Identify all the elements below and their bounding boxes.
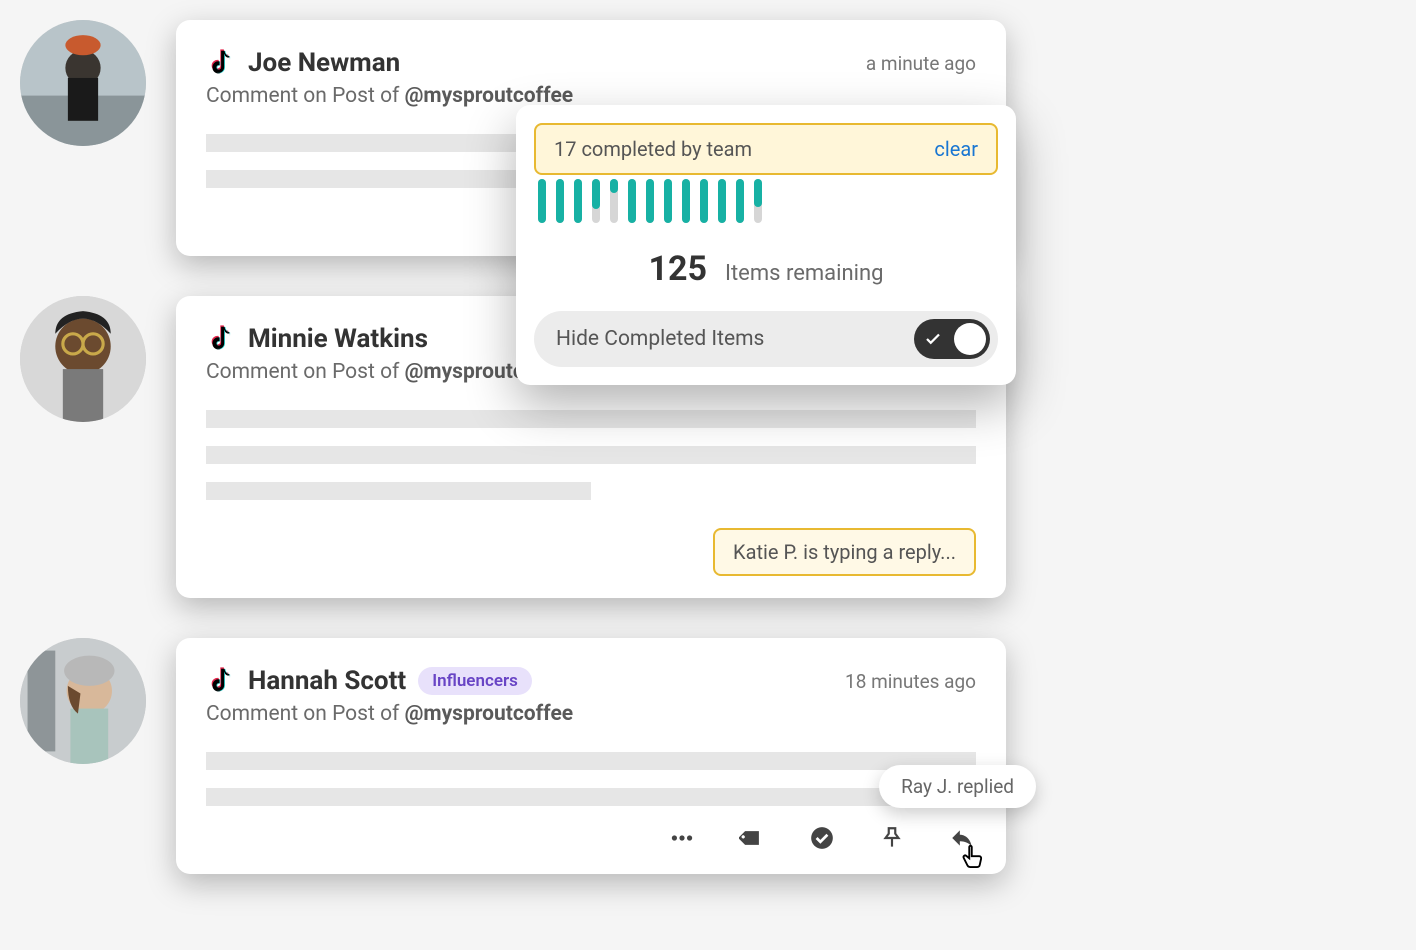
progress-bar <box>574 179 582 223</box>
timestamp: a minute ago <box>866 52 976 75</box>
card-subheader: Comment on Post of @mysproutcoffee <box>206 702 976 726</box>
cursor-icon <box>958 842 988 872</box>
tag-icon[interactable] <box>738 824 766 852</box>
subheader-prefix: Comment on Post of <box>206 702 405 726</box>
avatar <box>20 638 146 764</box>
progress-bar <box>538 179 546 223</box>
hide-completed-label: Hide Completed Items <box>556 327 764 351</box>
progress-bars <box>534 179 998 227</box>
content-placeholder <box>206 788 976 806</box>
tiktok-icon <box>206 48 236 78</box>
clear-link[interactable]: clear <box>934 137 978 161</box>
remaining-count: 125 <box>649 249 708 289</box>
message-card: Hannah Scott Influencers 18 minutes ago … <box>176 638 1006 874</box>
message-feed: Joe Newman a minute ago Comment on Post … <box>20 20 1396 874</box>
hide-completed-toggle[interactable] <box>914 319 990 359</box>
more-icon[interactable] <box>668 824 696 852</box>
content-placeholder <box>206 752 976 770</box>
hide-completed-row: Hide Completed Items <box>534 311 998 367</box>
check-icon <box>924 330 942 348</box>
completed-count-text: 17 completed by team <box>554 137 752 161</box>
typing-indicator: Katie P. is typing a reply... <box>713 528 976 576</box>
content-placeholder <box>206 482 591 500</box>
progress-bar <box>592 179 600 223</box>
progress-bar <box>664 179 672 223</box>
content-placeholder <box>206 446 976 464</box>
influencer-tag[interactable]: Influencers <box>418 667 532 695</box>
card-header: Hannah Scott Influencers 18 minutes ago <box>206 666 976 696</box>
post-handle: @mysproutcoffee <box>405 702 574 726</box>
remaining-label: Items remaining <box>725 261 883 286</box>
progress-bar <box>556 179 564 223</box>
toggle-knob <box>954 323 986 355</box>
message-card: Joe Newman a minute ago Comment on Post … <box>176 20 1006 256</box>
author-name: Joe Newman <box>248 48 400 78</box>
feed-row: Hannah Scott Influencers 18 minutes ago … <box>20 638 1396 874</box>
items-remaining: 125 Items remaining <box>534 249 998 289</box>
progress-bar <box>718 179 726 223</box>
feed-row: Joe Newman a minute ago Comment on Post … <box>20 20 1396 256</box>
popover-banner: 17 completed by team clear <box>534 123 998 175</box>
content-placeholder <box>206 410 976 428</box>
progress-bar <box>610 179 618 223</box>
avatar <box>20 296 146 422</box>
complete-icon[interactable] <box>808 824 836 852</box>
subheader-prefix: Comment on Post of <box>206 360 405 384</box>
author-name: Minnie Watkins <box>248 324 428 354</box>
timestamp: 18 minutes ago <box>845 670 976 693</box>
progress-bar <box>646 179 654 223</box>
tiktok-icon <box>206 324 236 354</box>
author-name: Hannah Scott <box>248 666 406 696</box>
reply-tooltip: Ray J. replied <box>879 765 1036 808</box>
tiktok-icon <box>206 666 236 696</box>
progress-bar <box>682 179 690 223</box>
card-header: Joe Newman a minute ago <box>206 48 976 78</box>
progress-bar <box>754 179 762 223</box>
card-actions: Ray J. replied <box>206 824 976 852</box>
pin-icon[interactable] <box>878 824 906 852</box>
subheader-prefix: Comment on Post of <box>206 84 405 108</box>
progress-bar <box>736 179 744 223</box>
progress-bar <box>700 179 708 223</box>
progress-bar <box>628 179 636 223</box>
progress-popover: 17 completed by team clear 125 Items rem… <box>516 105 1016 385</box>
avatar <box>20 20 146 146</box>
